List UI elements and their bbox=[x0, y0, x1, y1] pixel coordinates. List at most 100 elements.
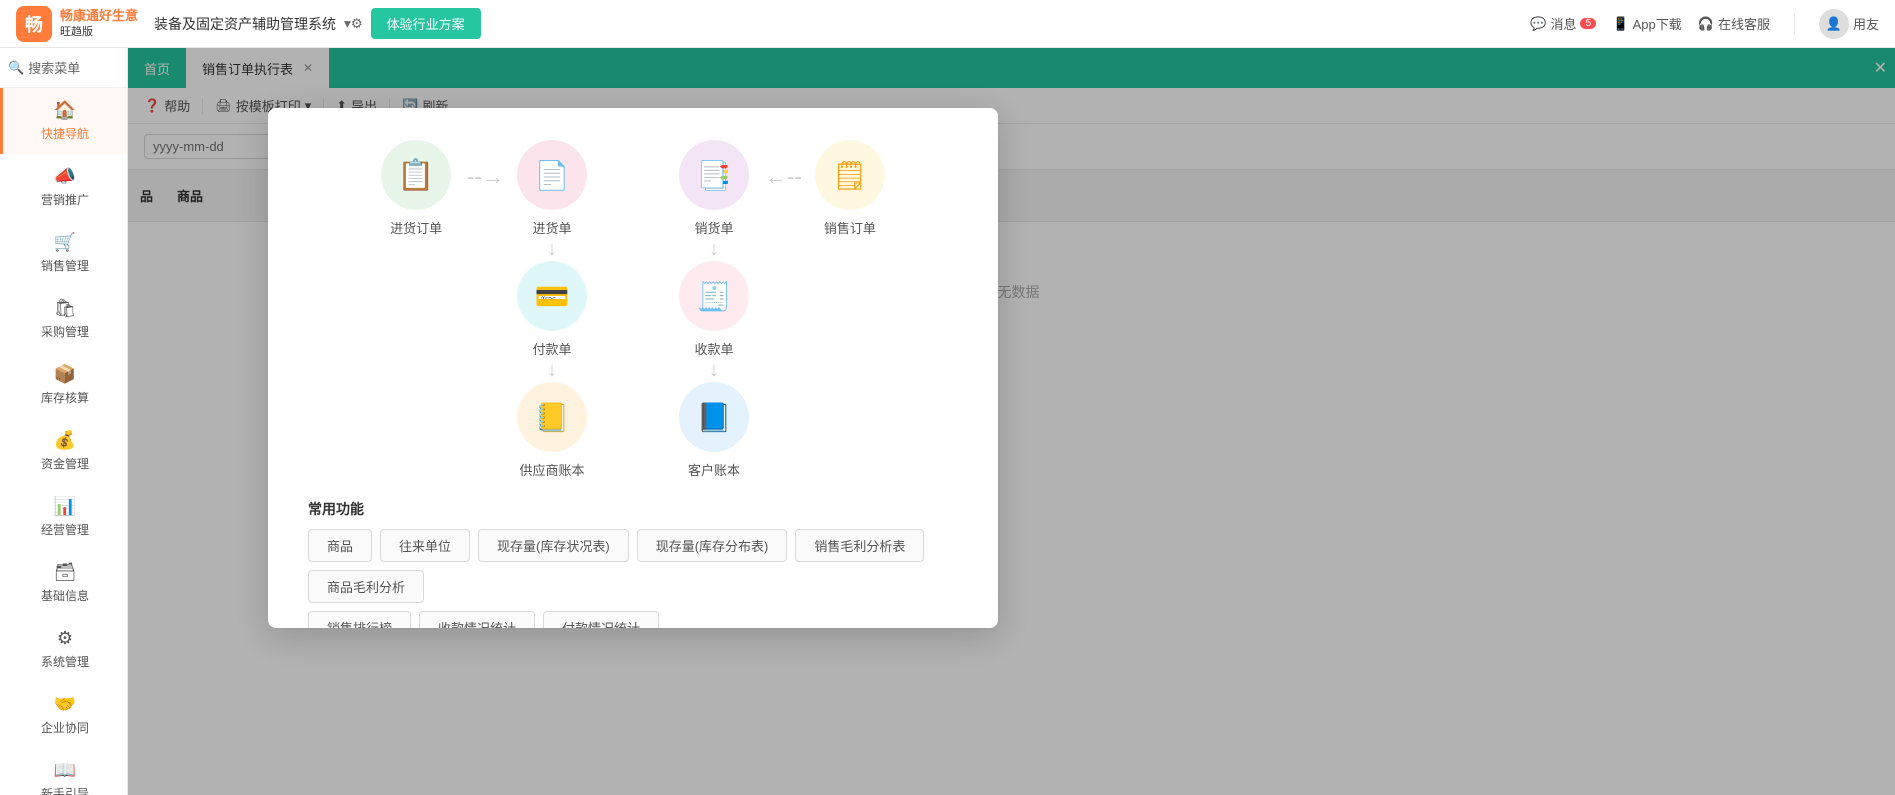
sales-icon: 🛒 bbox=[54, 232, 76, 253]
receipt-bill-icon: 🧾 bbox=[697, 280, 732, 313]
arrow-h-2: ← - - bbox=[765, 140, 799, 190]
common-btn-product[interactable]: 商品 bbox=[308, 529, 372, 562]
flow-item-payment-bill[interactable]: 💳 付款单 bbox=[517, 261, 587, 358]
flow-mid-right-col: 📑 销货单 ↓ 🧾 收款单 bbox=[663, 140, 765, 479]
divider bbox=[1794, 14, 1795, 34]
marketing-icon: 📣 bbox=[54, 166, 76, 187]
system-icon: ⚙ bbox=[57, 628, 73, 649]
purchase-bill-label: 进货单 bbox=[532, 218, 571, 237]
flow-diagram: 📋 进货订单 - - → bbox=[308, 140, 958, 479]
newbie-icon: 📖 bbox=[54, 760, 76, 781]
settings-button[interactable]: ⚙ bbox=[351, 16, 363, 32]
logo-area: 畅 畅康通好生意 旺趋版 bbox=[16, 6, 138, 42]
purchase-bill-circle: 📄 bbox=[517, 140, 587, 210]
message-icon: 💬 bbox=[1530, 16, 1546, 32]
flow-item-supplier-ledger[interactable]: 📒 供应商账本 bbox=[517, 382, 587, 479]
logo-text: 畅康通好生意 旺趋版 bbox=[60, 7, 138, 41]
common-btn-contacts[interactable]: 往来单位 bbox=[380, 529, 470, 562]
supplier-ledger-icon: 📒 bbox=[535, 401, 570, 434]
flow-item-sales-order[interactable]: 🗒 销售订单 bbox=[815, 140, 885, 237]
logo-icon: 畅 bbox=[16, 6, 52, 42]
trial-button[interactable]: 体验行业方案 bbox=[371, 8, 481, 39]
arrow-v-2: ↓ bbox=[547, 360, 557, 380]
flow-item-sales-bill[interactable]: 📑 销货单 bbox=[679, 140, 749, 237]
flow-item-purchase-order[interactable]: 📋 进货订单 bbox=[381, 140, 451, 237]
sales-order-icon: 🗒 bbox=[832, 159, 868, 192]
common-btn-stock-dist[interactable]: 现存量(库存分布表) bbox=[637, 529, 788, 562]
top-bar: 畅 畅康通好生意 旺趋版 装备及固定资产辅助管理系统 ▾ ⚙ 体验行业方案 💬 … bbox=[0, 0, 1895, 48]
sidebar-item-basic-info[interactable]: 🗃 基础信息 bbox=[0, 550, 127, 616]
home-icon: 🏠 bbox=[54, 100, 76, 121]
sales-bill-label: 销货单 bbox=[694, 218, 733, 237]
overlay: 📋 进货订单 - - → bbox=[128, 48, 1895, 795]
content-area: 首页 销售订单执行表 ✕ ✕ ❓ 帮助 🖨 按模板打印 ▾ bbox=[128, 48, 1895, 795]
flow-left-col: 📋 进货订单 bbox=[365, 140, 467, 237]
arrow-h-1: - - → bbox=[467, 140, 501, 190]
system-title: 装备及固定资产辅助管理系统 bbox=[154, 14, 336, 34]
sidebar-item-operations[interactable]: 📊 经营管理 bbox=[0, 484, 127, 550]
arrow-v-4: ↓ bbox=[709, 360, 719, 380]
sidebar-item-inventory[interactable]: 📦 库存核算 bbox=[0, 352, 127, 418]
dialog: 📋 进货订单 - - → bbox=[268, 108, 998, 628]
customer-ledger-label: 客户账本 bbox=[688, 460, 740, 479]
search-icon: 🔍 bbox=[8, 60, 24, 76]
basic-info-icon: 🗃 bbox=[54, 562, 77, 583]
avatar: 👤 bbox=[1819, 9, 1849, 39]
sales-bill-icon: 📑 bbox=[697, 159, 732, 192]
flow-right-col: 🗒 销售订单 bbox=[799, 140, 901, 237]
common-section: 常用功能 商品 往来单位 现存量(库存状况表) 现存量(库存分布表) 销售毛利分… bbox=[308, 499, 958, 628]
purchase-icon: 🛍 bbox=[54, 298, 77, 319]
system-dropdown-button[interactable]: ▾ bbox=[344, 16, 351, 32]
main-area: 🔍 搜索菜单 🏠 快捷导航 📣 营销推广 🛒 销售管理 🛍 采购管理 📦 bbox=[0, 48, 1895, 795]
user-button[interactable]: 👤 用友 bbox=[1819, 9, 1879, 39]
flow-item-purchase-bill[interactable]: 📄 进货单 bbox=[517, 140, 587, 237]
sales-order-label: 销售订单 bbox=[824, 218, 876, 237]
sidebar-item-quick-nav[interactable]: 🏠 快捷导航 bbox=[0, 88, 127, 154]
customer-ledger-circle: 📘 bbox=[679, 382, 749, 452]
sales-bill-circle: 📑 bbox=[679, 140, 749, 210]
common-btn-stock-status[interactable]: 现存量(库存状况表) bbox=[478, 529, 629, 562]
enterprise-icon: 🤝 bbox=[54, 694, 76, 715]
operations-icon: 📊 bbox=[54, 496, 76, 517]
top-right-area: 💬 消息 5 📱 App下载 🎧 在线客服 👤 用友 bbox=[1530, 9, 1879, 39]
sidebar-item-sales[interactable]: 🛒 销售管理 bbox=[0, 220, 127, 286]
payment-bill-icon: 💳 bbox=[535, 280, 570, 313]
common-btn-sales-profit[interactable]: 销售毛利分析表 bbox=[795, 529, 924, 562]
supplier-ledger-circle: 📒 bbox=[517, 382, 587, 452]
common-btn-payment-stats[interactable]: 付款情况统计 bbox=[543, 611, 659, 628]
app-download-button[interactable]: 📱 App下载 bbox=[1612, 14, 1681, 33]
customer-ledger-icon: 📘 bbox=[697, 401, 732, 434]
sidebar-item-marketing[interactable]: 📣 营销推广 bbox=[0, 154, 127, 220]
sidebar-item-purchase[interactable]: 🛍 采购管理 bbox=[0, 286, 127, 352]
common-title: 常用功能 bbox=[308, 499, 958, 519]
flow-item-customer-ledger[interactable]: 📘 客户账本 bbox=[679, 382, 749, 479]
purchase-order-icon: 📋 bbox=[397, 158, 434, 193]
online-service-button[interactable]: 🎧 在线客服 bbox=[1698, 14, 1770, 33]
arrow-v-3: ↓ bbox=[709, 239, 719, 259]
message-button[interactable]: 💬 消息 5 bbox=[1530, 14, 1596, 33]
download-icon: 📱 bbox=[1612, 16, 1628, 32]
sidebar: 🔍 搜索菜单 🏠 快捷导航 📣 营销推广 🛒 销售管理 🛍 采购管理 📦 bbox=[0, 48, 128, 795]
common-btn-product-profit[interactable]: 商品毛利分析 bbox=[308, 570, 424, 603]
flow-item-receipt-bill[interactable]: 🧾 收款单 bbox=[679, 261, 749, 358]
receipt-bill-label: 收款单 bbox=[694, 339, 733, 358]
common-btn-sales-rank[interactable]: 销售排行榜 bbox=[308, 611, 411, 628]
sidebar-item-finance[interactable]: 💰 资金管理 bbox=[0, 418, 127, 484]
common-buttons-row2: 销售排行榜 收款情况统计 付款情况统计 bbox=[308, 611, 958, 628]
common-btn-receipt-stats[interactable]: 收款情况统计 bbox=[419, 611, 535, 628]
payment-bill-label: 付款单 bbox=[532, 339, 571, 358]
service-icon: 🎧 bbox=[1698, 16, 1714, 32]
supplier-ledger-label: 供应商账本 bbox=[519, 460, 584, 479]
purchase-order-circle: 📋 bbox=[381, 140, 451, 210]
app-container: 畅 畅康通好生意 旺趋版 装备及固定资产辅助管理系统 ▾ ⚙ 体验行业方案 💬 … bbox=[0, 0, 1895, 795]
sidebar-item-enterprise[interactable]: 🤝 企业协同 bbox=[0, 682, 127, 748]
purchase-order-label: 进货订单 bbox=[390, 218, 442, 237]
dialog-body: 📋 进货订单 - - → bbox=[268, 108, 998, 628]
sidebar-item-newbie[interactable]: 📖 新手引导 bbox=[0, 748, 127, 795]
inventory-icon: 📦 bbox=[54, 364, 76, 385]
message-badge: 5 bbox=[1580, 18, 1596, 29]
sidebar-search[interactable]: 🔍 搜索菜单 bbox=[0, 48, 127, 88]
arrow-v-1: ↓ bbox=[547, 239, 557, 259]
sidebar-item-system[interactable]: ⚙ 系统管理 bbox=[0, 616, 127, 682]
common-buttons: 商品 往来单位 现存量(库存状况表) 现存量(库存分布表) 销售毛利分析表 商品… bbox=[308, 529, 958, 603]
